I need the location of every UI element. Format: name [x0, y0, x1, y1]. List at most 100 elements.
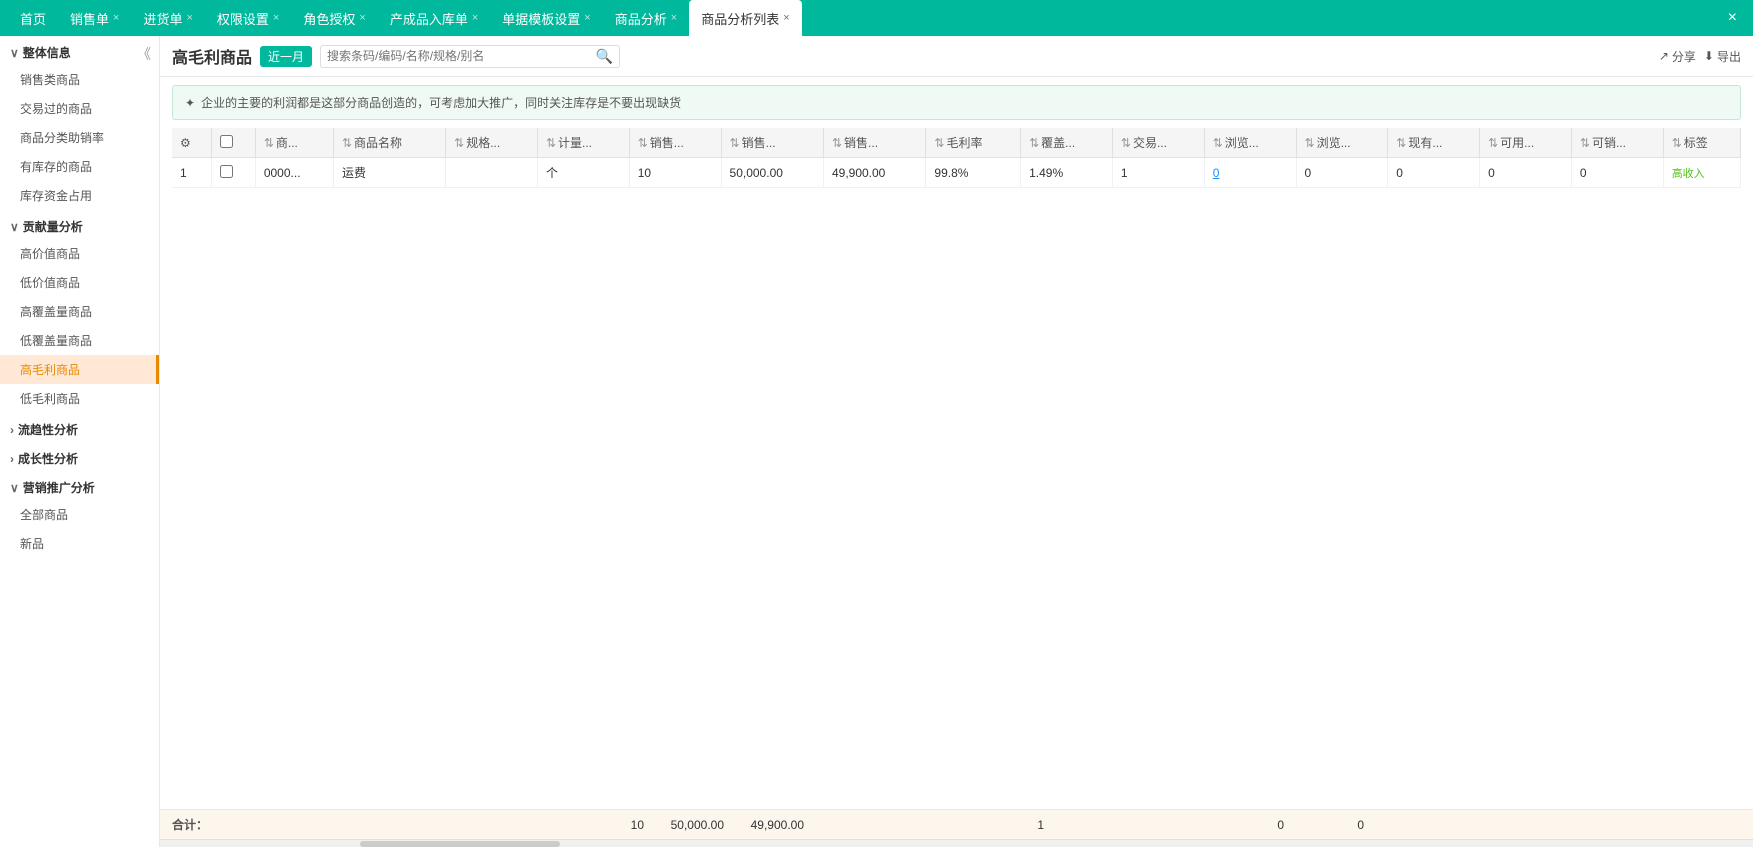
- horizontal-scrollbar[interactable]: [160, 839, 1753, 847]
- period-filter-button[interactable]: 近一月: [260, 46, 312, 67]
- col-checkbox[interactable]: [212, 128, 256, 158]
- nav-finished-goods[interactable]: 产成品入库单 ×: [378, 0, 490, 36]
- close-all-tabs-button[interactable]: ×: [1720, 9, 1745, 27]
- search-icon[interactable]: 🔍: [596, 48, 613, 65]
- cell-views1[interactable]: 0: [1204, 158, 1296, 188]
- sidebar-group-growth[interactable]: › 成长性分析: [0, 442, 159, 471]
- sidebar-group-overall[interactable]: ∨ 整体信息: [0, 36, 159, 65]
- info-banner: ✦ 企业的主要的利润都是这部分商品创造的，可考虑加大推广，同时关注库存是不要出现…: [172, 85, 1741, 120]
- header-actions: ↗ 分享 ⬇ 导出: [1659, 48, 1741, 65]
- scrollbar-thumb[interactable]: [360, 841, 560, 847]
- col-spec[interactable]: ⇅规格...: [446, 128, 538, 158]
- table-row: 1 0000... 运费 个 10 50,000.00 49,900.00 99…: [172, 158, 1741, 188]
- col-sales-amount[interactable]: ⇅销售...: [721, 128, 823, 158]
- sidebar-item-sales-goods[interactable]: 销售类商品: [0, 65, 159, 94]
- sidebar-group-contribution[interactable]: ∨ 贡献量分析: [0, 210, 159, 239]
- sidebar-item-high-coverage[interactable]: 高覆盖量商品: [0, 297, 159, 326]
- col-sellable-stock[interactable]: ⇅可销...: [1571, 128, 1663, 158]
- nav-role-auth[interactable]: 角色授权 ×: [291, 0, 377, 36]
- col-code[interactable]: ⇅商...: [255, 128, 333, 158]
- search-box: 🔍: [320, 45, 620, 68]
- cell-current-stock: 0: [1388, 158, 1480, 188]
- sidebar-group-marketing[interactable]: ∨ 营销推广分析: [0, 471, 159, 500]
- sidebar: 《 ∨ 整体信息 销售类商品 交易过的商品 商品分类助销率 有库存的商品 库存资…: [0, 36, 160, 847]
- cell-unit: 个: [537, 158, 629, 188]
- sidebar-item-stock-capital[interactable]: 库存资金占用: [0, 181, 159, 210]
- select-all-checkbox[interactable]: [220, 135, 233, 148]
- close-icon[interactable]: ×: [472, 12, 478, 24]
- export-button[interactable]: ⬇ 导出: [1704, 48, 1741, 65]
- sidebar-group-trend[interactable]: › 流趋性分析: [0, 413, 159, 442]
- footer-views2: [1132, 818, 1212, 832]
- footer-cell-empty4: [492, 818, 572, 832]
- col-current-stock[interactable]: ⇅现有...: [1388, 128, 1480, 158]
- close-icon[interactable]: ×: [783, 12, 789, 24]
- col-coverage[interactable]: ⇅覆盖...: [1021, 128, 1113, 158]
- chevron-down-icon: ∨: [10, 46, 19, 60]
- close-icon[interactable]: ×: [113, 12, 119, 24]
- cell-sales-profit: 49,900.00: [823, 158, 925, 188]
- col-gross-margin[interactable]: ⇅毛利率: [926, 128, 1021, 158]
- sidebar-collapse-button[interactable]: 《: [137, 44, 151, 64]
- nav-product-analysis[interactable]: 商品分析 ×: [603, 0, 689, 36]
- content-header: 高毛利商品 近一月 🔍 ↗ 分享 ⬇ 导出: [160, 36, 1753, 77]
- sidebar-item-low-margin[interactable]: 低毛利商品: [0, 384, 159, 413]
- nav-purchase-order[interactable]: 进货单 ×: [131, 0, 204, 36]
- cell-sellable-stock: 0: [1571, 158, 1663, 188]
- page-title: 高毛利商品: [172, 44, 252, 68]
- cell-checkbox[interactable]: [212, 158, 256, 188]
- close-icon[interactable]: ×: [584, 12, 590, 24]
- footer-current-stock: 0: [1212, 818, 1292, 832]
- close-icon[interactable]: ×: [186, 12, 192, 24]
- col-transactions[interactable]: ⇅交易...: [1112, 128, 1204, 158]
- sidebar-item-category-sales-rate[interactable]: 商品分类助销率: [0, 123, 159, 152]
- col-views1[interactable]: ⇅浏览...: [1204, 128, 1296, 158]
- col-sales-profit[interactable]: ⇅销售...: [823, 128, 925, 158]
- sidebar-item-low-coverage[interactable]: 低覆盖量商品: [0, 326, 159, 355]
- main-layout: 《 ∨ 整体信息 销售类商品 交易过的商品 商品分类助销率 有库存的商品 库存资…: [0, 36, 1753, 847]
- footer-empty-coverage: [892, 818, 972, 832]
- close-icon[interactable]: ×: [671, 12, 677, 24]
- sidebar-item-in-stock-goods[interactable]: 有库存的商品: [0, 152, 159, 181]
- col-tag[interactable]: ⇅标签: [1663, 128, 1740, 158]
- data-table: ⚙ ⇅商... ⇅商品名称 ⇅规格... ⇅计量... ⇅销售... ⇅销售..…: [172, 128, 1741, 188]
- footer-transactions: 1: [972, 818, 1052, 832]
- footer-cell-empty2: [332, 818, 412, 832]
- col-sales-qty[interactable]: ⇅销售...: [629, 128, 721, 158]
- sidebar-item-all-goods[interactable]: 全部商品: [0, 500, 159, 529]
- footer-sales-profit: 49,900.00: [732, 818, 812, 832]
- cell-sales-qty: 10: [629, 158, 721, 188]
- nav-permission-settings[interactable]: 权限设置 ×: [205, 0, 291, 36]
- col-views2[interactable]: ⇅浏览...: [1296, 128, 1388, 158]
- col-name[interactable]: ⇅商品名称: [333, 128, 445, 158]
- nav-template-settings[interactable]: 单据模板设置 ×: [490, 0, 602, 36]
- share-button[interactable]: ↗ 分享: [1659, 48, 1696, 65]
- nav-home[interactable]: 首页: [8, 0, 58, 36]
- top-navigation: 首页 销售单 × 进货单 × 权限设置 × 角色授权 × 产成品入库单 × 单据…: [0, 0, 1753, 36]
- footer-available-stock: 0: [1292, 818, 1372, 832]
- close-icon[interactable]: ×: [273, 12, 279, 24]
- footer-label: 合计：: [172, 816, 252, 833]
- sidebar-item-traded-goods[interactable]: 交易过的商品: [0, 94, 159, 123]
- nav-sales-order[interactable]: 销售单 ×: [58, 0, 131, 36]
- sidebar-item-new-products[interactable]: 新品: [0, 529, 159, 558]
- cell-name: 运费: [333, 158, 445, 188]
- sidebar-item-high-margin[interactable]: 高毛利商品: [0, 355, 159, 384]
- chevron-right-icon: ›: [10, 423, 14, 437]
- col-settings[interactable]: ⚙: [172, 128, 212, 158]
- chevron-down-icon: ∨: [10, 481, 19, 495]
- row-checkbox[interactable]: [220, 165, 233, 178]
- footer-empty-margin: [812, 818, 892, 832]
- data-table-wrapper: ⚙ ⇅商... ⇅商品名称 ⇅规格... ⇅计量... ⇅销售... ⇅销售..…: [160, 128, 1753, 809]
- close-icon[interactable]: ×: [359, 12, 365, 24]
- col-available-stock[interactable]: ⇅可用...: [1480, 128, 1572, 158]
- sidebar-item-high-value[interactable]: 高价值商品: [0, 239, 159, 268]
- sidebar-item-low-value[interactable]: 低价值商品: [0, 268, 159, 297]
- col-unit[interactable]: ⇅计量...: [537, 128, 629, 158]
- search-input[interactable]: [327, 49, 596, 63]
- export-icon: ⬇: [1704, 49, 1714, 63]
- nav-product-analysis-list[interactable]: 商品分析列表 ×: [689, 0, 801, 36]
- cell-tag: 高收入: [1663, 158, 1740, 188]
- footer-cells: 10 50,000.00 49,900.00 1 0 0: [252, 818, 1741, 832]
- cell-code: 0000...: [255, 158, 333, 188]
